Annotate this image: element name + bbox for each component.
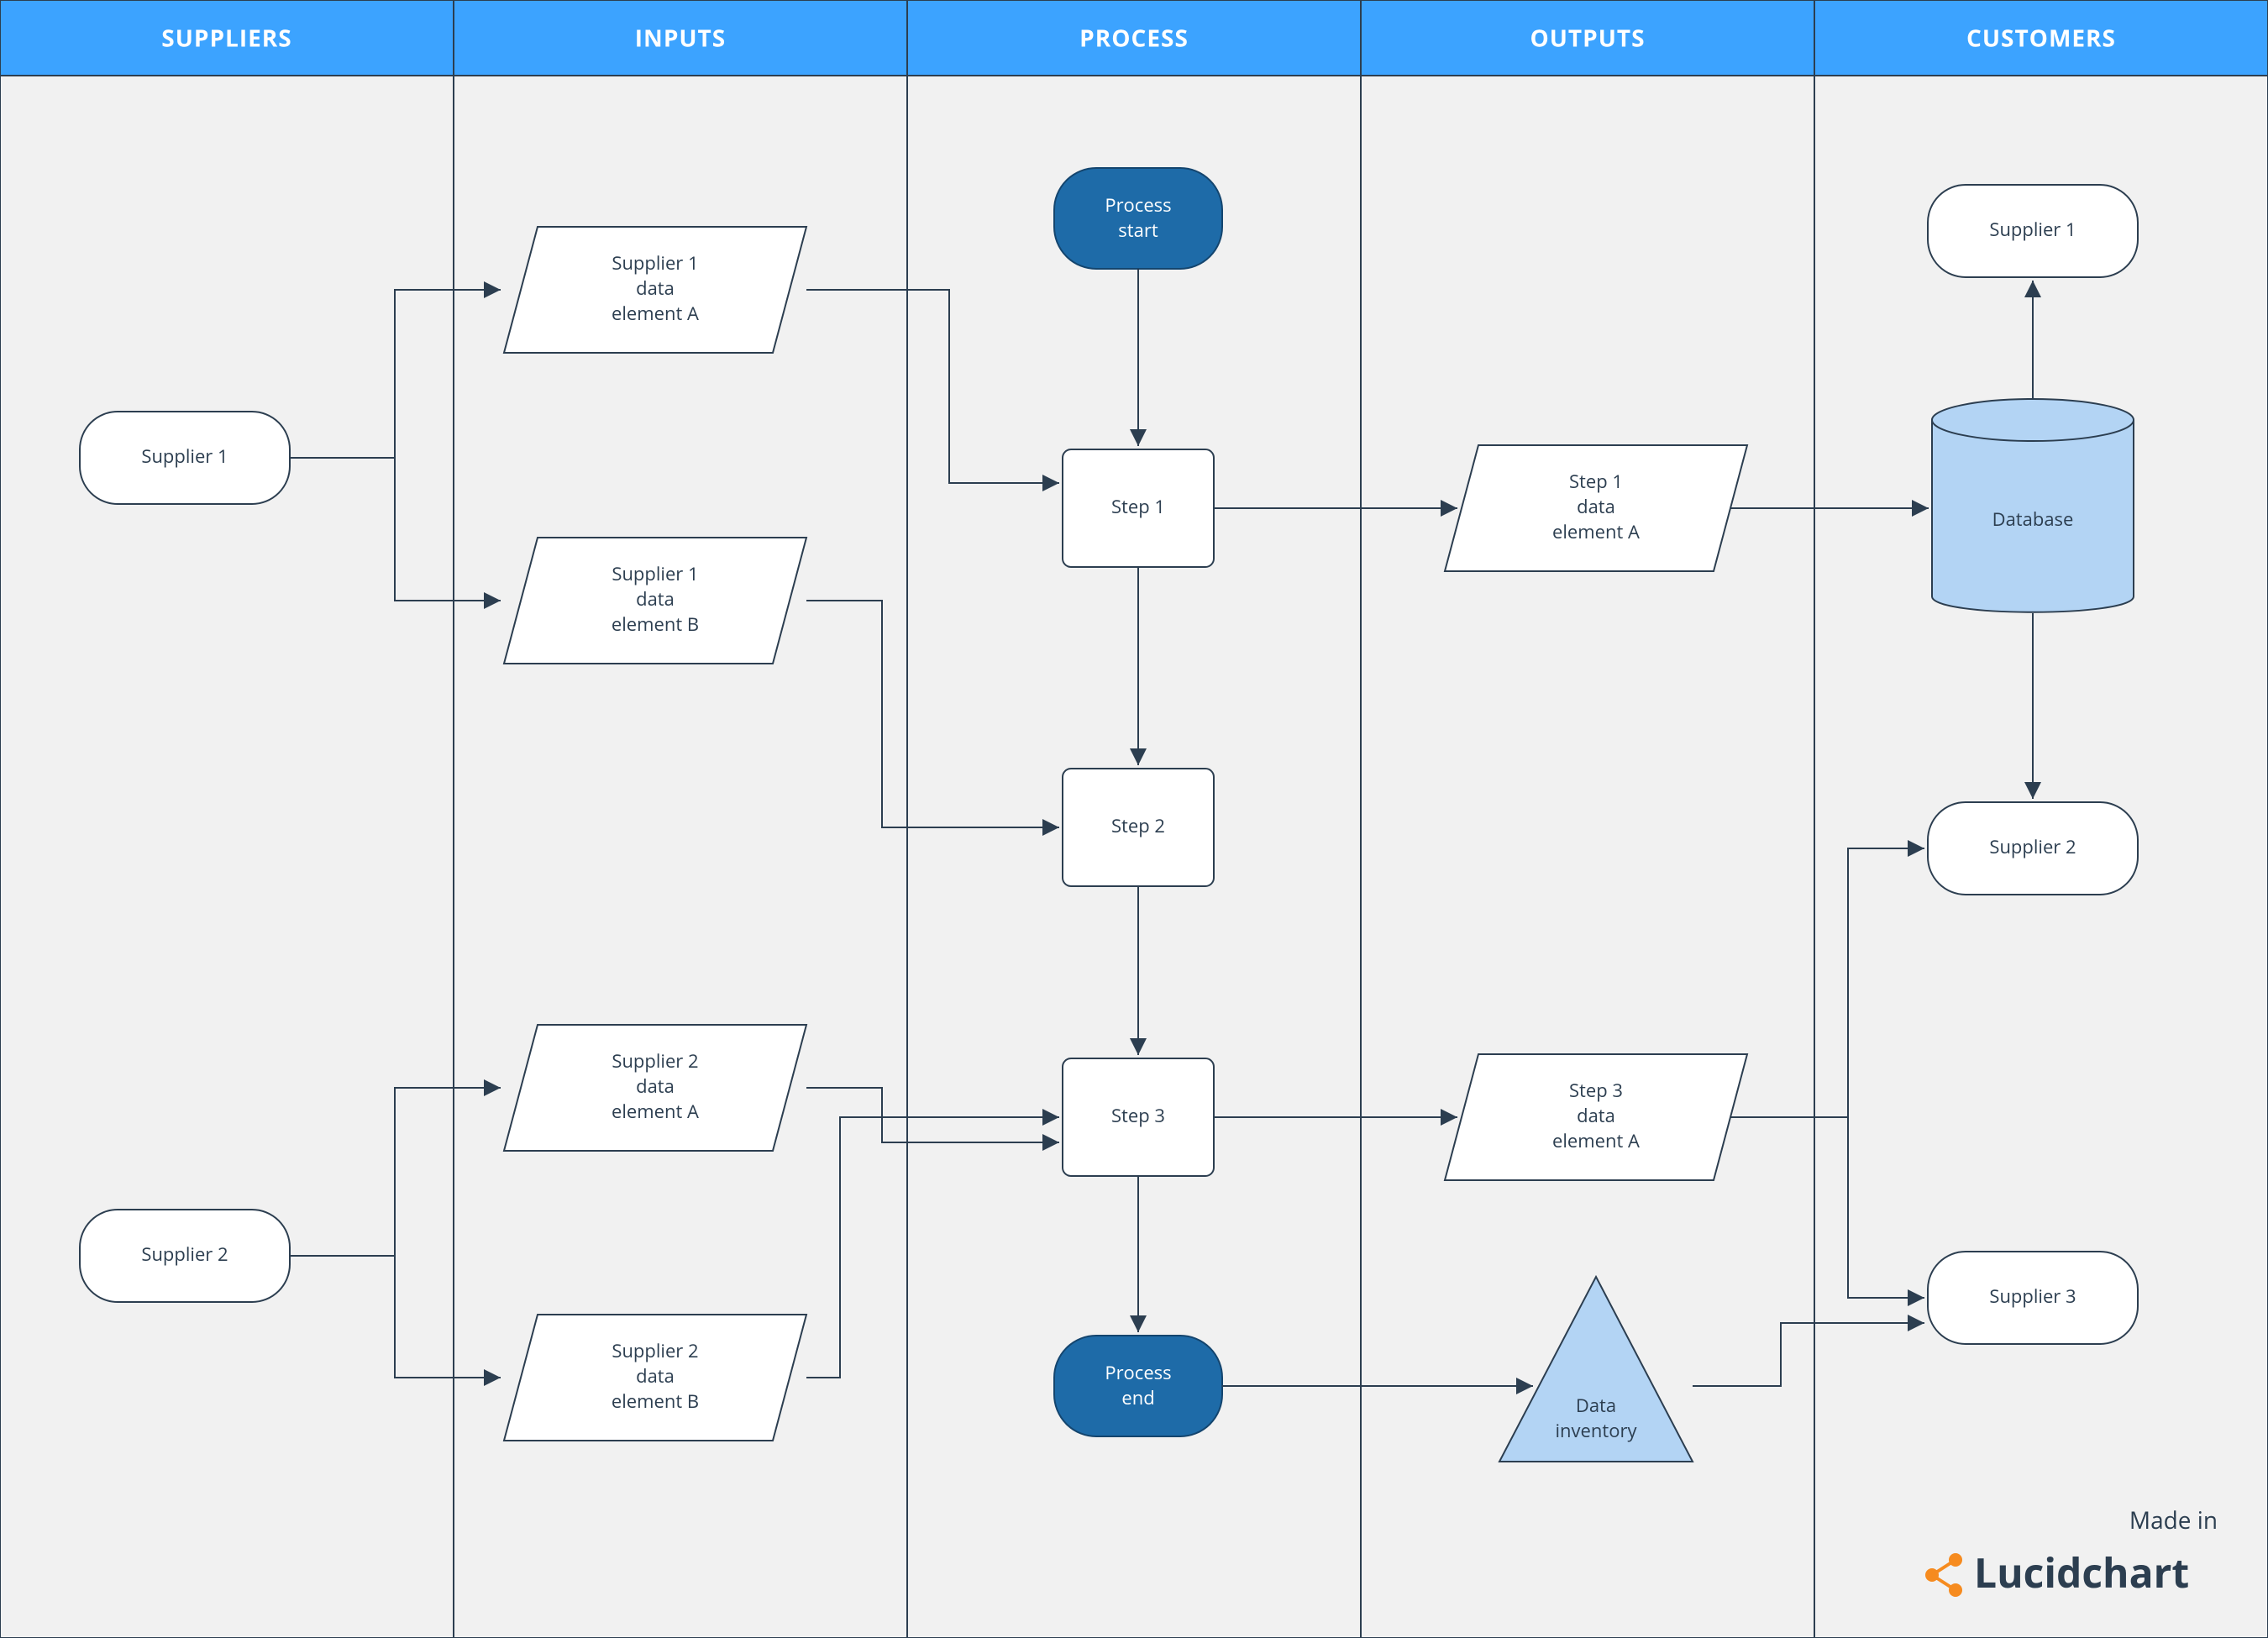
node-supplier-1: Supplier 1 — [80, 412, 290, 504]
header-inputs: INPUTS — [635, 22, 726, 54]
node-step-1: Step 1 — [1063, 449, 1214, 567]
svg-text:data: data — [1577, 494, 1615, 519]
svg-text:element A: element A — [612, 301, 699, 326]
header-customers: CUSTOMERS — [1966, 22, 2116, 54]
svg-text:Step 3: Step 3 — [1111, 1103, 1165, 1128]
svg-text:Supplier 1: Supplier 1 — [612, 250, 698, 276]
node-process-end: Process end — [1054, 1336, 1222, 1436]
sipoc-diagram: SUPPLIERS INPUTS PROCESS OUTPUTS CUSTOME… — [0, 0, 2268, 1638]
brand-text: Lucidchart — [1974, 1546, 2189, 1600]
node-input-s1b: Supplier 1 data element B — [504, 538, 806, 664]
svg-text:Database: Database — [1992, 507, 2074, 532]
node-input-s1a: Supplier 1 data element A — [504, 227, 806, 353]
svg-text:data: data — [636, 1363, 675, 1389]
svg-text:Supplier 2: Supplier 2 — [612, 1048, 698, 1074]
header-row: SUPPLIERS INPUTS PROCESS OUTPUTS CUSTOME… — [0, 0, 2268, 76]
svg-text:Step 1: Step 1 — [1569, 469, 1623, 494]
svg-text:Supplier 2: Supplier 2 — [612, 1338, 698, 1363]
header-process: PROCESS — [1079, 22, 1189, 54]
svg-text:data: data — [636, 586, 675, 612]
svg-text:Step 1: Step 1 — [1111, 494, 1165, 519]
header-outputs: OUTPUTS — [1530, 22, 1645, 54]
svg-text:element A: element A — [1552, 519, 1640, 544]
svg-text:Supplier 1: Supplier 1 — [1989, 217, 2076, 242]
svg-text:Supplier 1: Supplier 1 — [141, 444, 228, 469]
node-output-step3a: Step 3 data element A — [1445, 1054, 1747, 1180]
svg-text:data: data — [636, 276, 675, 301]
node-step-3: Step 3 — [1063, 1058, 1214, 1176]
header-suppliers: SUPPLIERS — [161, 22, 291, 54]
node-input-s2b: Supplier 2 data element B — [504, 1315, 806, 1441]
svg-text:Supplier 3: Supplier 3 — [1989, 1284, 2076, 1309]
svg-text:Process: Process — [1105, 1360, 1171, 1385]
svg-text:data: data — [1577, 1103, 1615, 1128]
svg-text:element B: element B — [612, 612, 699, 637]
svg-text:Process: Process — [1105, 192, 1171, 218]
node-supplier-2: Supplier 2 — [80, 1210, 290, 1302]
svg-text:Data: Data — [1576, 1393, 1616, 1418]
node-input-s2a: Supplier 2 data element A — [504, 1025, 806, 1151]
node-output-step1a: Step 1 data element A — [1445, 445, 1747, 571]
svg-text:Supplier 1: Supplier 1 — [612, 561, 698, 586]
node-process-start: Process start — [1054, 168, 1222, 269]
svg-text:Step 3: Step 3 — [1569, 1078, 1623, 1103]
svg-text:Step 2: Step 2 — [1111, 813, 1165, 838]
svg-text:Supplier 2: Supplier 2 — [141, 1242, 228, 1267]
node-customer-3: Supplier 3 — [1928, 1252, 2138, 1344]
svg-text:end: end — [1121, 1385, 1154, 1410]
svg-text:element B: element B — [612, 1389, 699, 1414]
svg-text:Made in: Made in — [2129, 1504, 2218, 1536]
svg-text:element A: element A — [1552, 1128, 1640, 1153]
svg-text:data: data — [636, 1074, 675, 1099]
svg-text:element A: element A — [612, 1099, 699, 1124]
node-customer-1: Supplier 1 — [1928, 185, 2138, 277]
node-step-2: Step 2 — [1063, 769, 1214, 886]
node-database: Database — [1932, 399, 2134, 612]
svg-text:inventory: inventory — [1556, 1418, 1638, 1443]
svg-text:start: start — [1118, 218, 1158, 243]
node-customer-2: Supplier 2 — [1928, 802, 2138, 895]
svg-text:Supplier 2: Supplier 2 — [1989, 834, 2076, 859]
